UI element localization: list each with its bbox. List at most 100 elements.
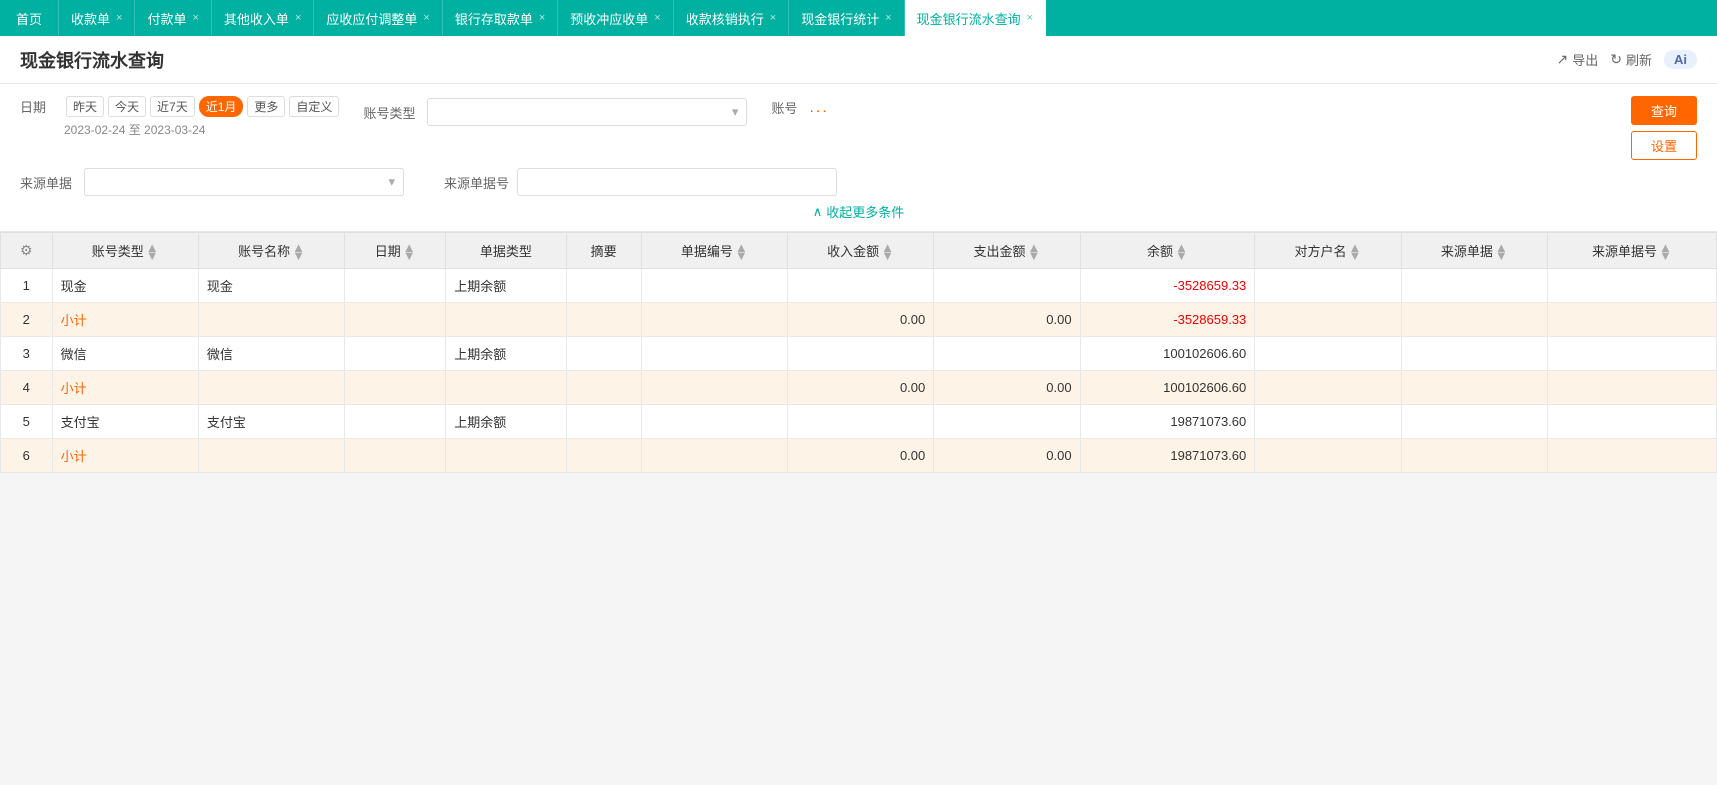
- cell-expense: 0.00: [934, 303, 1080, 337]
- table-header-income[interactable]: 收入金额▲▼: [787, 233, 933, 269]
- cell-balance: 100102606.60: [1080, 337, 1255, 371]
- cell-balance: 100102606.60: [1080, 371, 1255, 405]
- cell-doc_no: [641, 405, 787, 439]
- refresh-button[interactable]: ↻ 刷新: [1610, 50, 1652, 69]
- cell-account_name: [198, 303, 344, 337]
- cell-account_type: 小计: [52, 371, 198, 405]
- source-doc-select[interactable]: ▾: [84, 168, 404, 196]
- close-tab-icon[interactable]: ×: [423, 12, 429, 24]
- cell-income: [787, 269, 933, 303]
- cell-income: [787, 405, 933, 439]
- nav-tab-label: 预收冲应收单: [570, 9, 648, 28]
- cell-doc_no: [641, 303, 787, 337]
- table-header-source_doc[interactable]: 来源单据▲▼: [1401, 233, 1547, 269]
- cell-summary: [566, 405, 641, 439]
- cell-doc_no: [641, 337, 787, 371]
- date-btn[interactable]: 自定义: [289, 96, 339, 117]
- cell-date: [345, 405, 446, 439]
- close-tab-icon[interactable]: ×: [1027, 12, 1033, 24]
- cell-expense: 0.00: [934, 439, 1080, 473]
- table-row: 1现金现金上期余额-3528659.33: [1, 269, 1717, 303]
- table-header-expense[interactable]: 支出金额▲▼: [934, 233, 1080, 269]
- settings-button[interactable]: 设置: [1631, 131, 1697, 160]
- gear-icon[interactable]: ⚙: [20, 242, 33, 258]
- chevron-down-icon: ▾: [732, 104, 739, 120]
- close-tab-icon[interactable]: ×: [539, 12, 545, 24]
- refresh-icon: ↻: [1610, 51, 1622, 68]
- close-tab-icon[interactable]: ×: [654, 12, 660, 24]
- filter-area: 日期 昨天今天近7天近1月更多自定义 2023-02-24 至 2023-03-…: [0, 84, 1717, 232]
- source-doc-no-input[interactable]: [526, 175, 828, 190]
- nav-tab-label: 现金银行流水查询: [917, 9, 1021, 28]
- table-header-doc_no[interactable]: 单据编号▲▼: [641, 233, 787, 269]
- cell-source_doc: [1401, 303, 1547, 337]
- table-row: 5支付宝支付宝上期余额19871073.60: [1, 405, 1717, 439]
- table-header-counterparty[interactable]: 对方户名▲▼: [1255, 233, 1401, 269]
- collapse-btn[interactable]: ∧ 收起更多条件: [20, 202, 1697, 221]
- sort-icon: ▲▼: [1349, 244, 1362, 260]
- cell-source_doc: [1401, 371, 1547, 405]
- account-dots[interactable]: ...: [809, 99, 828, 117]
- cell-source_doc_no: [1547, 337, 1716, 371]
- nav-tab-label: 应收应付调整单: [326, 9, 417, 28]
- date-btn[interactable]: 昨天: [66, 96, 104, 117]
- source-doc-label: 来源单据: [20, 173, 76, 192]
- close-tab-icon[interactable]: ×: [116, 12, 122, 24]
- table-row: 6小计0.000.0019871073.60: [1, 439, 1717, 473]
- date-btn[interactable]: 近1月: [199, 96, 244, 117]
- table-row: 4小计0.000.00100102606.60: [1, 371, 1717, 405]
- table-header-date[interactable]: 日期▲▼: [345, 233, 446, 269]
- export-button[interactable]: ↗ 导出: [1557, 50, 1599, 69]
- cell-account_type: 小计: [52, 439, 198, 473]
- source-doc-filter-group: 来源单据 ▾: [20, 168, 404, 196]
- date-btn[interactable]: 今天: [108, 96, 146, 117]
- cell-balance: -3528659.33: [1080, 303, 1255, 337]
- cell-income: 0.00: [787, 371, 933, 405]
- nav-tab-label: 付款单: [147, 9, 186, 28]
- account-type-select[interactable]: ▾: [427, 98, 747, 126]
- close-tab-icon[interactable]: ×: [885, 12, 891, 24]
- nav-tab[interactable]: 其他收入单×: [212, 0, 314, 36]
- cell-doc_type: 上期余额: [446, 405, 566, 439]
- close-tab-icon[interactable]: ×: [295, 12, 301, 24]
- nav-tab-label: 银行存取款单: [455, 9, 533, 28]
- page-title: 现金银行流水查询: [20, 47, 164, 73]
- close-tab-icon[interactable]: ×: [770, 12, 776, 24]
- table-header-account_type[interactable]: 账号类型▲▼: [52, 233, 198, 269]
- nav-tab[interactable]: 现金银行统计 ×: [789, 0, 904, 36]
- ai-button[interactable]: Ai: [1664, 50, 1697, 69]
- table-header-balance[interactable]: 余额▲▼: [1080, 233, 1255, 269]
- date-btn[interactable]: 近7天: [150, 96, 195, 117]
- cell-doc_type: [446, 439, 566, 473]
- cell-summary: [566, 337, 641, 371]
- cell-income: 0.00: [787, 439, 933, 473]
- cell-date: [345, 439, 446, 473]
- nav-tab[interactable]: 银行存取款单 ×: [443, 0, 558, 36]
- nav-tab[interactable]: 付款单 ×: [135, 0, 211, 36]
- cell-source_doc_no: [1547, 405, 1716, 439]
- cell-doc_no: [641, 269, 787, 303]
- cell-summary: [566, 371, 641, 405]
- nav-home[interactable]: 首页: [0, 0, 59, 36]
- account-type-filter-group: 账号类型 ▾: [363, 98, 747, 126]
- nav-tab[interactable]: 收款单×: [59, 0, 135, 36]
- nav-tab[interactable]: 现金银行流水查询 ×: [905, 0, 1046, 36]
- nav-tab[interactable]: 应收应付调整单 ×: [314, 0, 442, 36]
- nav-tab[interactable]: 预收冲应收单 ×: [558, 0, 673, 36]
- date-range: 2023-02-24 至 2023-03-24: [64, 123, 205, 137]
- query-button[interactable]: 查询: [1631, 96, 1697, 125]
- close-tab-icon[interactable]: ×: [192, 12, 198, 24]
- table-row: 3微信微信上期余额100102606.60: [1, 337, 1717, 371]
- nav-tab[interactable]: 收款核销执行×: [674, 0, 789, 36]
- cell-source_doc: [1401, 337, 1547, 371]
- table-header-source_doc_no[interactable]: 来源单据号▲▼: [1547, 233, 1716, 269]
- export-icon: ↗: [1557, 51, 1569, 68]
- sort-icon: ▲▼: [146, 244, 159, 260]
- table-header-gear: ⚙: [1, 233, 53, 269]
- nav-tab-label: 现金银行统计: [801, 9, 879, 28]
- date-btn[interactable]: 更多: [247, 96, 285, 117]
- cell-counterparty: [1255, 337, 1401, 371]
- cell-account_type: 微信: [52, 337, 198, 371]
- table-header-account_name[interactable]: 账号名称▲▼: [198, 233, 344, 269]
- cell-doc_type: [446, 303, 566, 337]
